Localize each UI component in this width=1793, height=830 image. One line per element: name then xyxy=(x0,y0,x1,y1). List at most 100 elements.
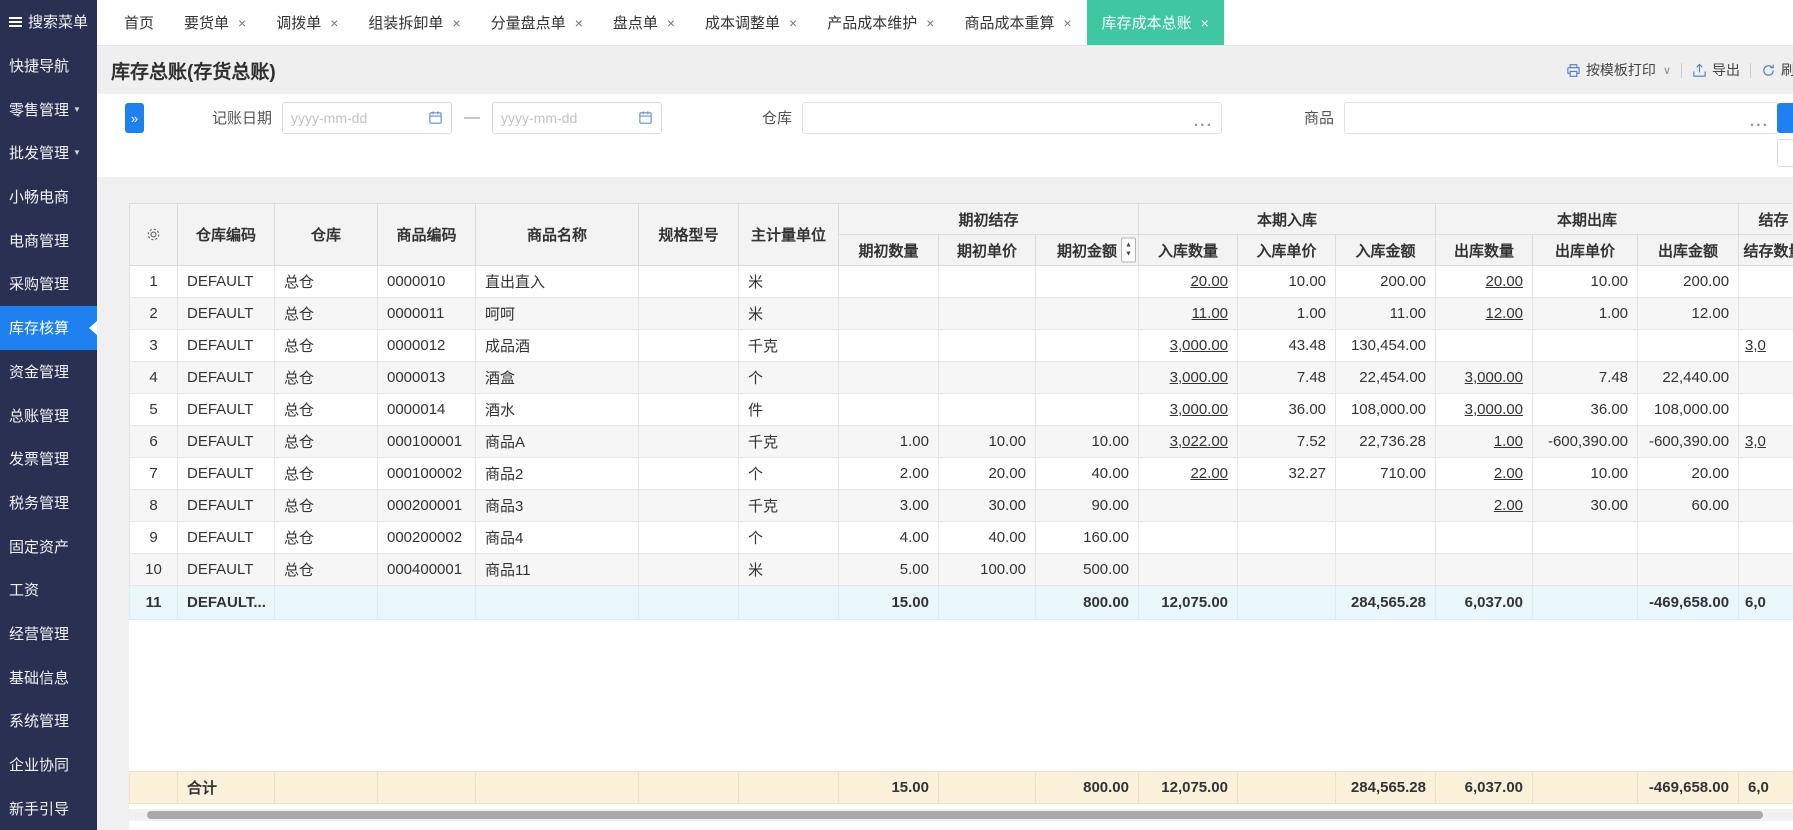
query-button[interactable] xyxy=(1777,103,1793,133)
cell-出库数量[interactable]: 2.00 xyxy=(1435,489,1534,522)
close-icon[interactable]: × xyxy=(667,16,675,30)
tab-商品成本重算[interactable]: 商品成本重算 × xyxy=(949,0,1086,45)
table-row[interactable]: 1 DEFAULT 总仓 0000010 直出直入米 20.00 10.00 200.00 20… xyxy=(129,265,1793,298)
close-icon[interactable]: × xyxy=(789,16,797,30)
table-row[interactable]: 2 DEFAULT 总仓 0000011 呵呵米 11.00 1.00 11.00 12.00 1… xyxy=(129,297,1793,330)
close-icon[interactable]: × xyxy=(926,16,934,30)
product-input[interactable] xyxy=(1353,113,1750,130)
calendar-icon[interactable] xyxy=(428,110,443,125)
cell-入库数量[interactable]: 3,000.00 xyxy=(1138,361,1239,394)
close-icon[interactable]: × xyxy=(452,16,460,30)
column-sort-spinner[interactable]: ▲ ▼ xyxy=(1121,237,1137,263)
sidebar-item-批发管理[interactable]: 批发管理 ▼ xyxy=(0,131,97,175)
print-template-button[interactable]: 按模板打印 ∨ xyxy=(1566,60,1671,80)
close-icon[interactable]: × xyxy=(1201,16,1209,30)
secondary-action-button[interactable] xyxy=(1777,139,1793,167)
sidebar-item-零售管理[interactable]: 零售管理 ▼ xyxy=(0,87,97,131)
warehouse-input[interactable] xyxy=(811,113,1194,130)
sidebar-item-采购管理[interactable]: 采购管理 xyxy=(0,262,97,306)
column-header-商品名称[interactable]: 商品名称 xyxy=(475,203,639,266)
column-header-主计量单位[interactable]: 主计量单位 xyxy=(738,203,839,266)
table-row[interactable]: 10 DEFAULT 总仓 000400001 商品11 米 5.00 100.00 500.0… xyxy=(129,553,1793,586)
table-row[interactable]: 7 DEFAULT 总仓 000100002 商品2 个 2.00 20.00 40.00 22.… xyxy=(129,457,1793,490)
column-header-出库金额[interactable]: 出库金额 xyxy=(1637,234,1740,266)
sidebar-item-基础信息[interactable]: 基础信息 xyxy=(0,655,97,699)
sidebar-item-库存核算[interactable]: 库存核算 xyxy=(0,305,97,350)
sidebar-item-总账管理[interactable]: 总账管理 xyxy=(0,393,97,437)
table-row[interactable]: 11 DEFAULT... 15.00 800.00 12,075.00 284,565.… xyxy=(129,585,1793,620)
column-header-结存数量[interactable]: 结存数量 xyxy=(1738,234,1793,266)
cell-入库数量[interactable]: 11.00 xyxy=(1138,297,1239,330)
sidebar-item-小畅电商[interactable]: 小畅电商 xyxy=(0,175,97,219)
date-from-input[interactable] xyxy=(291,109,429,126)
date-to-input[interactable] xyxy=(501,109,639,126)
sidebar-item-电商管理[interactable]: 电商管理 xyxy=(0,218,97,262)
tab-成本调整单[interactable]: 成本调整单 × xyxy=(690,0,812,45)
column-header-期初数量[interactable]: 期初数量 xyxy=(838,234,939,266)
column-header-入库数量[interactable]: 入库数量 xyxy=(1138,234,1239,266)
export-button[interactable]: 导出 xyxy=(1692,60,1740,80)
column-header-仓库[interactable]: 仓库 xyxy=(274,203,378,266)
column-header-入库单价[interactable]: 入库单价 xyxy=(1237,234,1337,266)
column-header-仓库编码[interactable]: 仓库编码 xyxy=(177,203,275,266)
tab-组装拆卸单[interactable]: 组装拆卸单 × xyxy=(353,0,475,45)
calendar-icon[interactable] xyxy=(638,110,653,125)
cell-入库数量[interactable]: 3,000.00 xyxy=(1138,393,1239,426)
sidebar-item-系统管理[interactable]: 系统管理 xyxy=(0,699,97,743)
sidebar-item-税务管理[interactable]: 税务管理 xyxy=(0,481,97,525)
scrollbar-thumb[interactable] xyxy=(147,811,1763,819)
cell-出库数量[interactable]: 3,000.00 xyxy=(1435,393,1534,426)
sidebar-item-固定资产[interactable]: 固定资产 xyxy=(0,524,97,568)
cell-入库数量[interactable]: 3,022.00 xyxy=(1138,425,1239,458)
cell-结存数量[interactable]: 3,0 xyxy=(1738,329,1793,362)
expand-filter-button[interactable]: » xyxy=(125,103,144,133)
cell-出库数量[interactable]: 2.00 xyxy=(1435,457,1534,490)
cell-出库数量[interactable]: 20.00 xyxy=(1435,265,1534,298)
cell-出库数量[interactable]: 3,000.00 xyxy=(1435,361,1534,394)
tab-调拨单[interactable]: 调拨单 × xyxy=(261,0,353,45)
column-header-出库数量[interactable]: 出库数量 xyxy=(1435,234,1534,266)
column-settings-header[interactable] xyxy=(129,203,178,266)
sidebar-item-经营管理[interactable]: 经营管理 xyxy=(0,612,97,656)
sidebar-item-工资[interactable]: 工资 xyxy=(0,568,97,612)
cell-规格型号 xyxy=(638,489,739,522)
cell-结存数量[interactable]: 3,0 xyxy=(1738,425,1793,458)
sidebar-item-快捷导航[interactable]: 快捷导航 xyxy=(0,44,97,88)
table-row[interactable]: 4 DEFAULT 总仓 0000013 酒盒个 3,000.00 7.48 22,454.0… xyxy=(129,361,1793,394)
tab-盘点单[interactable]: 盘点单 × xyxy=(598,0,690,45)
warehouse-picker-ellipsis[interactable]: ... xyxy=(1194,113,1213,130)
close-icon[interactable]: × xyxy=(238,16,246,30)
close-icon[interactable]: × xyxy=(1063,16,1071,30)
column-header-规格型号[interactable]: 规格型号 xyxy=(638,203,739,266)
cell-入库数量[interactable]: 3,000.00 xyxy=(1138,329,1239,362)
sidebar-item-搜索菜单[interactable]: 搜索菜单 xyxy=(0,0,97,44)
tab-产品成本维护[interactable]: 产品成本维护 × xyxy=(812,0,949,45)
column-header-入库金额[interactable]: 入库金额 xyxy=(1335,234,1437,266)
close-icon[interactable]: × xyxy=(575,16,583,30)
table-row[interactable]: 5 DEFAULT 总仓 0000014 酒水件 3,000.00 36.00 108,000… xyxy=(129,393,1793,426)
table-row[interactable]: 6 DEFAULT 总仓 000100001 商品A 千克 1.00 10.00 10.00 3,… xyxy=(129,425,1793,458)
column-header-出库单价[interactable]: 出库单价 xyxy=(1532,234,1639,266)
table-row[interactable]: 8 DEFAULT 总仓 000200001 商品3 千克 3.00 30.00 90.00 2.… xyxy=(129,489,1793,522)
tab-要货单[interactable]: 要货单 × xyxy=(169,0,261,45)
sidebar-item-资金管理[interactable]: 资金管理 xyxy=(0,350,97,394)
sidebar-item-新手引导[interactable]: 新手引导 xyxy=(0,786,97,830)
table-row[interactable]: 9 DEFAULT 总仓 000200002 商品4 个 4.00 40.00 160.00 xyxy=(129,521,1793,554)
tab-分量盘点单[interactable]: 分量盘点单 × xyxy=(476,0,598,45)
column-header-商品编码[interactable]: 商品编码 xyxy=(377,203,476,266)
product-picker-ellipsis[interactable]: ... xyxy=(1750,113,1769,130)
column-header-期初单价[interactable]: 期初单价 xyxy=(938,234,1036,266)
cell-出库数量[interactable]: 12.00 xyxy=(1435,297,1534,330)
sidebar-item-发票管理[interactable]: 发票管理 xyxy=(0,437,97,481)
cell-入库数量[interactable]: 20.00 xyxy=(1138,265,1239,298)
sidebar-item-企业协同[interactable]: 企业协同 xyxy=(0,743,97,787)
column-header-期初金额[interactable]: 期初金额 ▲ ▼ xyxy=(1034,234,1140,266)
cell-出库数量[interactable]: 1.00 xyxy=(1435,425,1534,458)
tab-首页[interactable]: 首页 xyxy=(109,0,169,45)
horizontal-scrollbar[interactable] xyxy=(129,809,1793,821)
table-row[interactable]: 3 DEFAULT 总仓 0000012 成品酒 千克 3,000.00 43.48 130,4… xyxy=(129,329,1793,362)
refresh-button[interactable]: 刷新 xyxy=(1761,60,1793,80)
cell-入库数量[interactable]: 22.00 xyxy=(1138,457,1239,490)
close-icon[interactable]: × xyxy=(330,16,338,30)
tab-库存成本总账[interactable]: 库存成本总账 × xyxy=(1086,0,1224,45)
